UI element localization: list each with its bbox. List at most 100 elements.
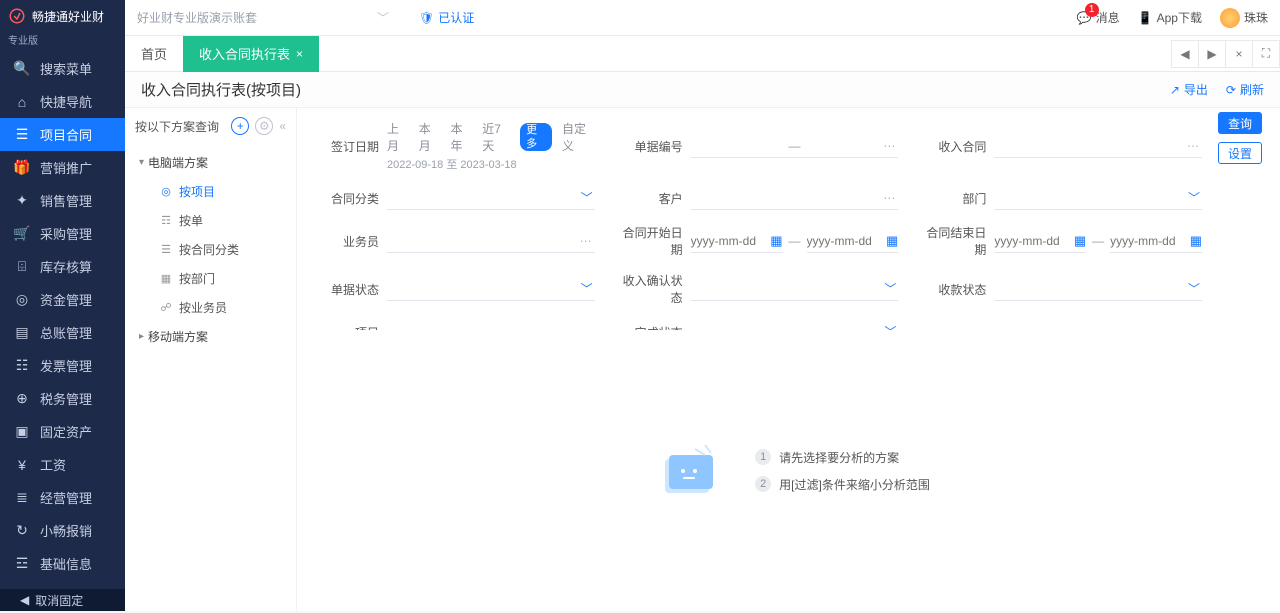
leaf-by-project[interactable]: ◎按项目 (125, 177, 296, 206)
dots-icon[interactable]: ⋯ (1187, 139, 1200, 153)
query-button[interactable]: 查询 (1218, 112, 1262, 134)
fullscreen-button[interactable]: ⛶ (1252, 40, 1280, 68)
select-income-confirm[interactable]: ﹀ (691, 277, 899, 301)
export-button[interactable]: ↗导出 (1170, 81, 1208, 98)
leaf-by-class[interactable]: ☰按合同分类 (125, 235, 296, 264)
caret-down-icon: ▾ (139, 157, 144, 168)
date-start-to[interactable]: ▦ (807, 229, 899, 253)
calendar-icon[interactable]: ▦ (1074, 233, 1086, 249)
settings-button[interactable]: 设置 (1218, 142, 1262, 164)
refresh-button[interactable]: ⟳刷新 (1226, 81, 1264, 98)
date-end-to[interactable]: ▦ (1110, 229, 1202, 253)
leaf-by-dept[interactable]: ▦按部门 (125, 264, 296, 293)
chevron-down-icon: ﹀ (1188, 280, 1200, 297)
input-income-contract[interactable]: ⋯ (994, 134, 1202, 158)
tabs-bar: 首页 收入合同执行表 × ◀ ▶ × ⛶ (125, 36, 1280, 72)
nav-sales[interactable]: ✦销售管理 (0, 184, 125, 217)
nav-quick[interactable]: ⌂快捷导航 (0, 85, 125, 118)
tag-more[interactable]: 更多 (520, 123, 552, 151)
dots-icon[interactable]: ⋯ (883, 191, 896, 205)
receipt-status-text[interactable] (994, 282, 1202, 296)
nav-search-menu[interactable]: 🔍搜索菜单 (0, 52, 125, 85)
verified-badge: 🛡 已认证 (419, 9, 474, 26)
app-download-button[interactable]: 📱 App下载 (1138, 9, 1202, 26)
verified-text: 已认证 (438, 9, 474, 26)
tab-home[interactable]: 首页 (125, 36, 183, 72)
select-contract-class[interactable]: ﹀ (387, 186, 595, 210)
close-icon[interactable]: × (296, 47, 303, 61)
tree-group-pc[interactable]: ▾ 电脑端方案 (125, 148, 296, 177)
tree-group-mobile[interactable]: ▸移动端方案 (125, 322, 296, 351)
edition-label: 专业版 (8, 32, 38, 47)
doc-status-text[interactable] (387, 282, 595, 296)
sidebar-unpin[interactable]: ◀取消固定 (0, 589, 125, 611)
tabs-close-button[interactable]: × (1225, 40, 1253, 68)
nav-inventory[interactable]: ⌹库存核算 (0, 250, 125, 283)
nav-purchase[interactable]: 🛒采购管理 (0, 217, 125, 250)
contract-class-text[interactable] (387, 191, 595, 205)
label-doc-status: 单据状态 (315, 281, 379, 298)
select-receipt-status[interactable]: ﹀ (994, 277, 1202, 301)
nav-operation[interactable]: ≣经营管理 (0, 481, 125, 514)
tag-last7[interactable]: 近7天 (482, 120, 510, 154)
select-doc-status[interactable]: ﹀ (387, 277, 595, 301)
chevron-down-icon: ﹀ (1188, 189, 1200, 206)
salesman-text[interactable] (387, 234, 595, 248)
nav-project-contract[interactable]: ☰项目合同 (0, 118, 125, 151)
tag-custom[interactable]: 自定义 (562, 120, 595, 154)
income-contract-text[interactable] (994, 139, 1202, 153)
nav-asset[interactable]: ▣固定资产 (0, 415, 125, 448)
date-input[interactable] (691, 234, 783, 248)
messages-label: 消息 (1096, 9, 1120, 26)
scheme-settings-button[interactable]: ⚙ (255, 117, 273, 135)
add-scheme-button[interactable]: + (231, 117, 249, 135)
nav-fund[interactable]: ◎资金管理 (0, 283, 125, 316)
right-actions: 查询 设置 (1218, 112, 1262, 164)
date-input[interactable] (994, 234, 1086, 248)
dots-icon[interactable]: ⋯ (883, 139, 896, 153)
calendar-icon[interactable]: ▦ (1190, 233, 1202, 249)
date-start-from[interactable]: ▦ (691, 229, 783, 253)
account-selector[interactable]: 好业财专业版演示账套 ﹀ (137, 9, 389, 26)
tabs-prev-button[interactable]: ◀ (1171, 40, 1199, 68)
group-label: 电脑端方案 (148, 154, 208, 171)
date-input[interactable] (1110, 234, 1202, 248)
phone-icon: 📱 (1138, 11, 1153, 25)
tag-this-year[interactable]: 本年 (451, 120, 473, 154)
calendar-icon[interactable]: ▦ (770, 233, 782, 249)
date-end-from[interactable]: ▦ (994, 229, 1086, 253)
input-salesman[interactable]: ⋯ (387, 229, 595, 253)
nav-tax[interactable]: ⊕税务管理 (0, 382, 125, 415)
tag-last-month[interactable]: 上月 (387, 120, 409, 154)
income-confirm-text[interactable] (691, 282, 899, 296)
tag-this-month[interactable]: 本月 (419, 120, 441, 154)
sidebar: 畅捷通好业财 专业版 🔍搜索菜单 ⌂快捷导航 ☰项目合同 🎁营销推广 ✦销售管理… (0, 0, 125, 611)
field-contract-class: 合同分类 ﹀ (315, 186, 595, 210)
select-department[interactable]: ﹀ (994, 186, 1202, 210)
leaf-by-doc[interactable]: ☶按单 (125, 206, 296, 235)
messages-button[interactable]: 💬 消息 1 (1077, 9, 1120, 26)
nav-invoice[interactable]: ☷发票管理 (0, 349, 125, 382)
tabs-next-button[interactable]: ▶ (1198, 40, 1226, 68)
date-input[interactable] (807, 234, 899, 248)
collapse-panel-button[interactable]: « (279, 119, 286, 133)
nav-ledger[interactable]: ▤总账管理 (0, 316, 125, 349)
customer-text[interactable] (691, 191, 899, 205)
nav-salary[interactable]: ¥工资 (0, 448, 125, 481)
input-customer[interactable]: ⋯ (691, 186, 899, 210)
leaf-by-salesman[interactable]: ☍按业务员 (125, 293, 296, 322)
tab-income-contract[interactable]: 收入合同执行表 × (183, 36, 319, 72)
nav-label: 库存核算 (40, 257, 92, 276)
nav-reimburse[interactable]: ↻小畅报销 (0, 514, 125, 547)
nav-base[interactable]: ☲基础信息 (0, 547, 125, 580)
nav-marketing[interactable]: 🎁营销推广 (0, 151, 125, 184)
label-customer: 客户 (619, 190, 683, 207)
coin-icon: ◎ (14, 292, 30, 308)
input-doc-no[interactable]: —⋯ (691, 134, 899, 158)
calendar-icon[interactable]: ▦ (886, 233, 898, 249)
department-text[interactable] (994, 191, 1202, 205)
user-menu[interactable]: 珠珠 (1220, 8, 1268, 28)
nav-list: 🔍搜索菜单 ⌂快捷导航 ☰项目合同 🎁营销推广 ✦销售管理 🛒采购管理 ⌹库存核… (0, 52, 125, 613)
empty-step-2: 2用[过滤]条件来缩小分析范围 (755, 476, 930, 493)
dots-icon[interactable]: ⋯ (580, 234, 593, 248)
